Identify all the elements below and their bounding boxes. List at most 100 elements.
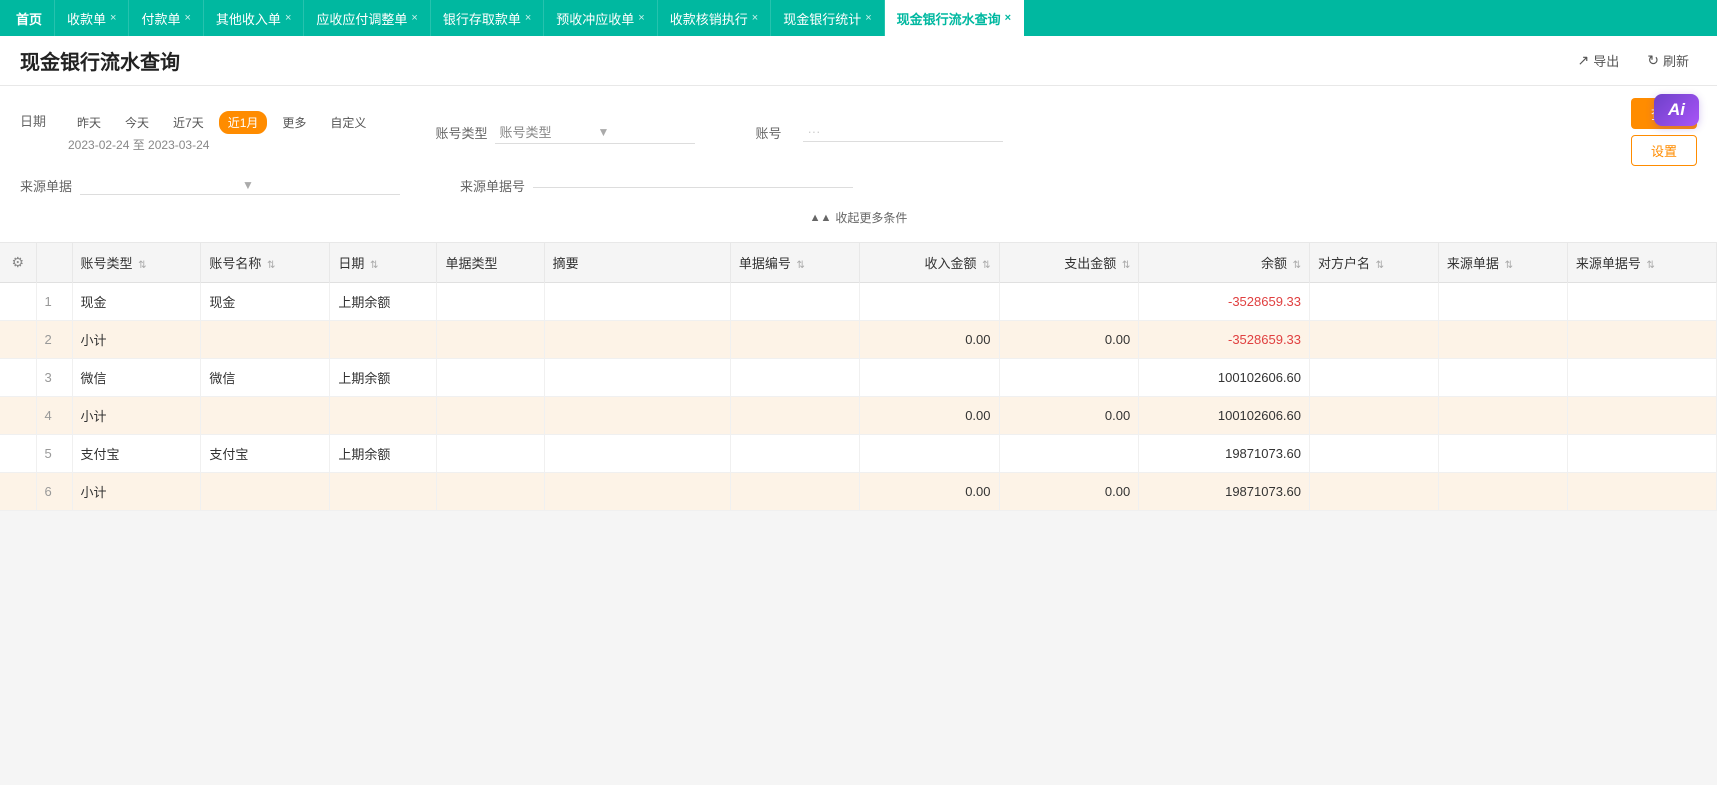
col-source-doc[interactable]: 来源单据 ⇅ [1438,243,1567,283]
row-balance: 19871073.60 [1139,473,1310,511]
row-account-name: 支付宝 [201,435,330,473]
row-balance: 100102606.60 [1139,359,1310,397]
nav-close-other-income[interactable]: × [285,12,291,24]
refresh-button[interactable]: ↻ 刷新 [1639,47,1697,74]
table-row[interactable]: 4 小计 0.00 0.00 100102606.60 [0,397,1717,435]
date-buttons: 昨天 今天 近7天 近1月 更多 自定义 [68,111,375,134]
row-source-doc [1438,321,1567,359]
col-date[interactable]: 日期 ⇅ [330,243,437,283]
date-options-group: 昨天 今天 近7天 近1月 更多 自定义 2023-02-24 至 2023-0… [68,111,375,153]
row-date [330,321,437,359]
nav-close-ar-adjust[interactable]: × [411,12,417,24]
nav-item-cash-bank-stat[interactable]: 现金银行统计 × [771,0,884,36]
date-btn-more[interactable]: 更多 [273,111,315,134]
row-account-name: 现金 [201,283,330,321]
row-expense: 0.00 [999,397,1139,435]
row-income [859,435,999,473]
sort-icon-counterparty: ⇅ [1376,260,1384,271]
row-settings-cell [0,435,36,473]
col-settings[interactable]: ⚙ [0,243,36,283]
row-source-doc-no [1567,359,1716,397]
collapse-bar[interactable]: ▲▲ 收起更多条件 [20,205,1697,230]
gear-icon[interactable]: ⚙ [11,254,24,270]
sort-icon-account-type: ⇅ [138,260,146,271]
row-counterparty [1310,359,1439,397]
row-expense: 0.00 [999,473,1139,511]
row-counterparty [1310,473,1439,511]
sort-icon-doc-no: ⇅ [797,260,805,271]
col-counterparty[interactable]: 对方户名 ⇅ [1310,243,1439,283]
row-doc-type [437,397,544,435]
filter-row-1: 日期 昨天 今天 近7天 近1月 更多 自定义 2023-02-24 至 202… [20,98,1697,166]
row-counterparty [1310,397,1439,435]
col-account-name[interactable]: 账号名称 ⇅ [201,243,330,283]
nav-item-payments[interactable]: 付款单 × [129,0,203,36]
table-row[interactable]: 3 微信 微信 上期余额 100102606.60 [0,359,1717,397]
date-btn-today[interactable]: 今天 [116,111,158,134]
nav-item-cash-bank-flow[interactable]: 现金银行流水查询 × [885,0,1024,36]
table-row[interactable]: 6 小计 0.00 0.00 19871073.60 [0,473,1717,511]
account-type-select[interactable]: 账号类型 ▼ [495,120,695,144]
row-idx: 3 [36,359,72,397]
date-btn-7days[interactable]: 近7天 [164,111,213,134]
sort-icon-source-doc: ⇅ [1505,260,1513,271]
source-doc-select[interactable]: ▼ [80,176,400,195]
nav-close-bank-deposit[interactable]: × [525,12,531,24]
row-settings-cell [0,397,36,435]
date-btn-custom[interactable]: 自定义 [321,111,375,134]
nav-item-prepay[interactable]: 预收冲应收单 × [544,0,657,36]
header-actions: ↗ 导出 ↻ 刷新 [1570,47,1698,74]
row-account-type: 支付宝 [72,435,201,473]
nav-close-cash-bank-flow[interactable]: × [1005,12,1011,24]
date-btn-yesterday[interactable]: 昨天 [68,111,110,134]
row-expense [999,283,1139,321]
row-doc-no [730,283,859,321]
row-source-doc-no [1567,473,1716,511]
row-doc-no [730,397,859,435]
settings-button[interactable]: 设置 [1631,135,1697,166]
nav-item-collection-exec[interactable]: 收款核销执行 × [658,0,771,36]
table-row[interactable]: 5 支付宝 支付宝 上期余额 19871073.60 [0,435,1717,473]
table-row[interactable]: 1 现金 现金 上期余额 -3528659.33 [0,283,1717,321]
row-income [859,283,999,321]
nav-close-collection-exec[interactable]: × [752,12,758,24]
row-account-type: 小计 [72,321,201,359]
source-doc-no-label: 来源单据号 [460,176,525,195]
col-doc-no[interactable]: 单据编号 ⇅ [730,243,859,283]
col-balance[interactable]: 余额 ⇅ [1139,243,1310,283]
nav-item-home[interactable]: 首页 [4,0,55,36]
row-idx: 5 [36,435,72,473]
refresh-icon: ↻ [1647,52,1659,69]
nav-close-prepay[interactable]: × [638,12,644,24]
table-row[interactable]: 2 小计 0.00 0.00 -3528659.33 [0,321,1717,359]
row-settings-cell [0,359,36,397]
row-balance: 100102606.60 [1139,397,1310,435]
filter-row-2: 来源单据 ▼ 来源单据号 [20,176,1697,195]
account-input[interactable]: ··· [803,122,1003,142]
ai-badge[interactable]: Ai [1654,94,1699,126]
filter-area: 日期 昨天 今天 近7天 近1月 更多 自定义 2023-02-24 至 202… [0,86,1717,243]
row-doc-type [437,359,544,397]
sort-icon-expense: ⇅ [1122,260,1130,271]
col-source-doc-no[interactable]: 来源单据号 ⇅ [1567,243,1716,283]
row-account-name [201,321,330,359]
nav-close-payments[interactable]: × [184,12,190,24]
nav-close-receipts[interactable]: × [110,12,116,24]
page-header: 现金银行流水查询 ↗ 导出 ↻ 刷新 [0,36,1717,86]
nav-item-bank-deposit[interactable]: 银行存取款单 × [431,0,544,36]
col-doc-type: 单据类型 [437,243,544,283]
date-btn-1month[interactable]: 近1月 [219,111,268,134]
nav-item-ar-adjust[interactable]: 应收应付调整单 × [304,0,430,36]
row-date: 上期余额 [330,435,437,473]
nav-item-other-income[interactable]: 其他收入单 × [204,0,304,36]
nav-close-cash-bank-stat[interactable]: × [865,12,871,24]
sort-icon-balance: ⇅ [1293,260,1301,271]
col-expense[interactable]: 支出金额 ⇅ [999,243,1139,283]
source-doc-no-input[interactable] [533,183,853,188]
account-filter-group: 账号 ··· [755,122,1003,142]
nav-item-receipts[interactable]: 收款单 × [55,0,129,36]
col-income[interactable]: 收入金额 ⇅ [859,243,999,283]
export-button[interactable]: ↗ 导出 [1570,47,1628,74]
col-account-type[interactable]: 账号类型 ⇅ [72,243,201,283]
row-counterparty [1310,435,1439,473]
